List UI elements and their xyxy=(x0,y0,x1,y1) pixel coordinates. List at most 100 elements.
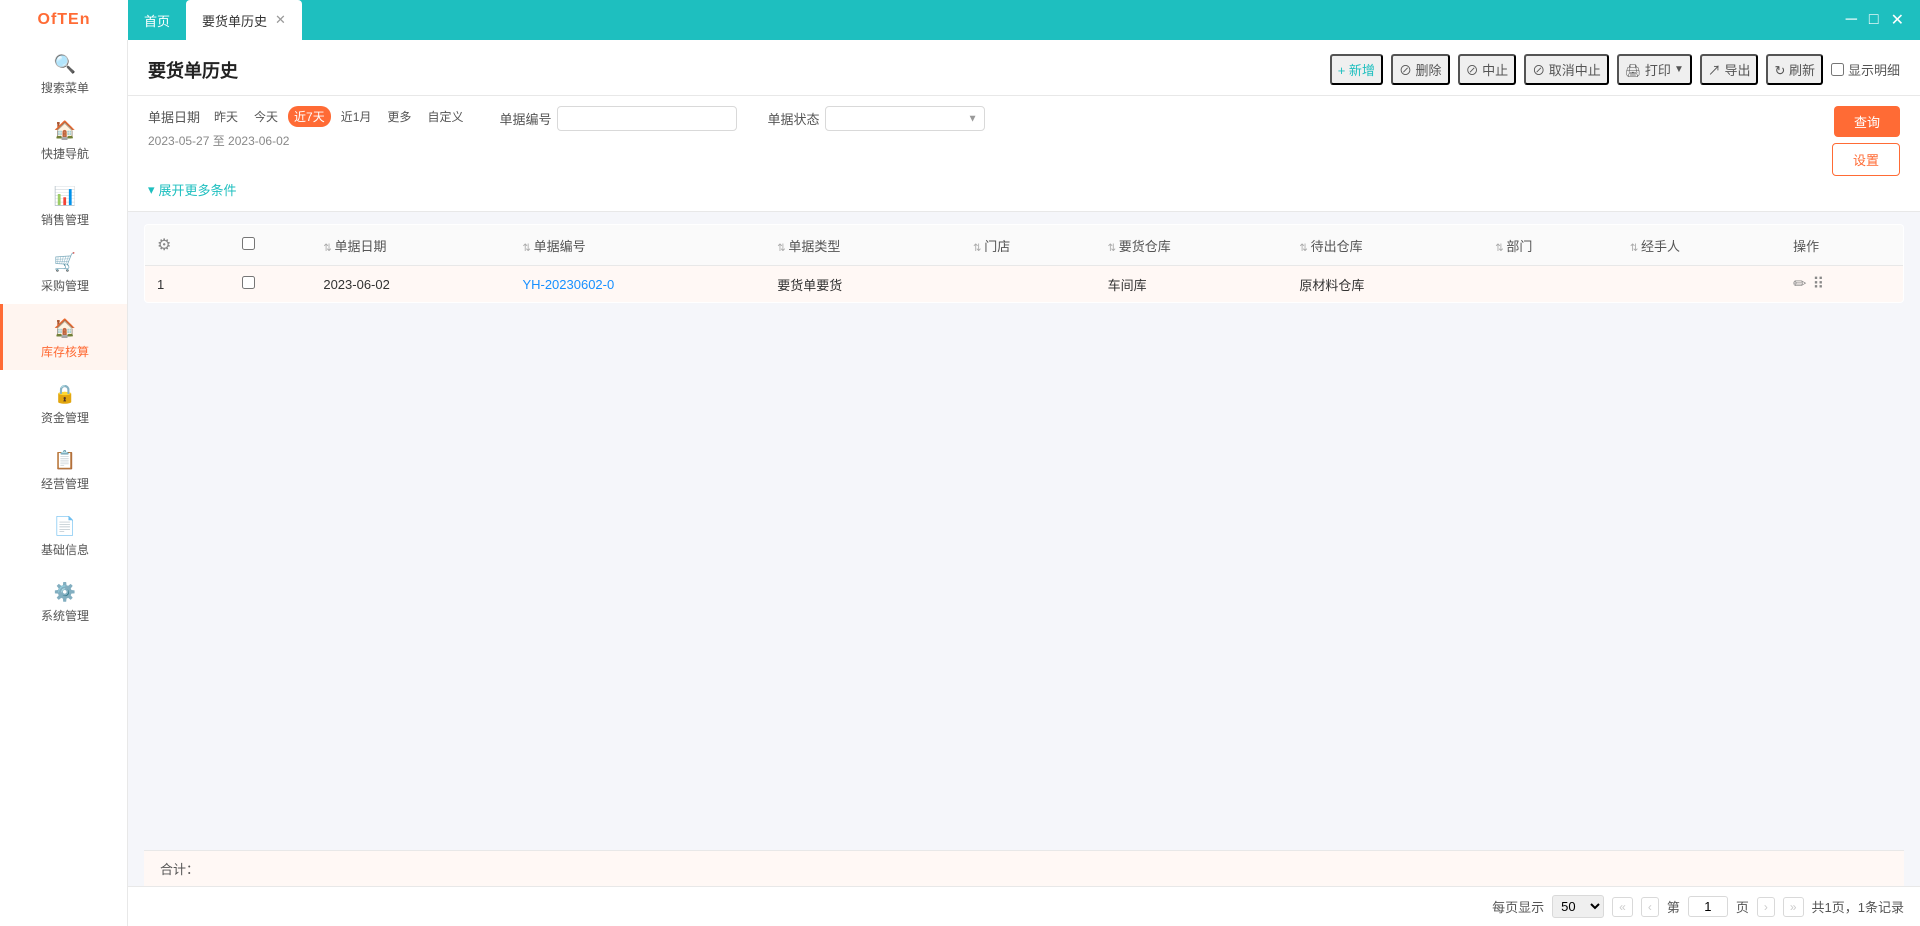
minimize-icon[interactable]: ─ xyxy=(1846,11,1857,29)
row-dept xyxy=(1483,266,1618,303)
col-req-warehouse-header[interactable]: 要货仓库 xyxy=(1096,225,1288,266)
delete-button[interactable]: ⊘ 删除 xyxy=(1391,54,1450,85)
date-range-display: 2023-05-27 至 2023-06-02 xyxy=(148,132,469,149)
sales-mgmt-icon: 📊 xyxy=(54,186,76,207)
print-button[interactable]: 🖨 打印 ▼ xyxy=(1617,54,1692,85)
main-layout: 🔍 搜索菜单 🏠 快捷导航 📊 销售管理 🛒 采购管理 🏠 库存核算 🔒 资金管… xyxy=(0,40,1920,926)
query-button[interactable]: 查询 xyxy=(1834,106,1900,137)
sidebar-item-ops-mgmt[interactable]: 📋 经营管理 xyxy=(0,436,127,502)
display-detail-toggle[interactable]: 显示明细 xyxy=(1831,60,1900,79)
tab-requisition-history[interactable]: 要货单历史 ✕ xyxy=(186,0,302,40)
row-pending-warehouse: 原材料仓库 xyxy=(1287,266,1483,303)
select-all-checkbox[interactable] xyxy=(242,237,255,250)
doc-number-input[interactable] xyxy=(557,106,737,131)
next-page-button[interactable]: › xyxy=(1757,897,1775,917)
col-handler-header[interactable]: 经手人 xyxy=(1618,225,1781,266)
display-detail-checkbox[interactable] xyxy=(1831,63,1844,76)
expand-chevron-icon: ▾ xyxy=(148,182,155,198)
col-checkbox-header[interactable] xyxy=(230,225,311,266)
shortcut-1month[interactable]: 近1月 xyxy=(335,106,378,127)
last-page-button[interactable]: » xyxy=(1783,897,1804,917)
page-title-row: 要货单历史 + 新增 ⊘ 删除 ⊘ 中止 ⊘ 取消中止 🖨 打印 ▼ ↗ 导出 … xyxy=(148,54,1900,85)
col-store-header[interactable]: 门店 xyxy=(961,225,1096,266)
row-handler xyxy=(1618,266,1781,303)
first-page-button[interactable]: « xyxy=(1612,897,1633,917)
row-doc-number[interactable]: YH-20230602-0 xyxy=(510,266,765,303)
filter-doc-number: 单据编号 xyxy=(499,106,737,131)
page-suffix: 页 xyxy=(1736,897,1749,916)
gear-icon-header[interactable]: ⚙ xyxy=(157,237,171,254)
maximize-icon[interactable]: □ xyxy=(1869,11,1879,29)
row-checkbox[interactable] xyxy=(230,266,311,303)
expand-more-btn[interactable]: ▾ 展开更多条件 xyxy=(148,176,1900,203)
doc-status-label: 单据状态 xyxy=(767,109,819,128)
cancel-stop-button[interactable]: ⊘ 取消中止 xyxy=(1524,54,1609,85)
col-doc-number-header[interactable]: 单据编号 xyxy=(510,225,765,266)
row-edit-icon[interactable]: ✏ xyxy=(1793,274,1806,294)
page-header: 要货单历史 + 新增 ⊘ 删除 ⊘ 中止 ⊘ 取消中止 🖨 打印 ▼ ↗ 导出 … xyxy=(128,40,1920,96)
window-close-icon[interactable]: ✕ xyxy=(1891,10,1904,30)
page-size-select[interactable]: 20 50 100 200 xyxy=(1552,895,1604,918)
sidebar-item-system-mgmt[interactable]: ⚙️ 系统管理 xyxy=(0,568,127,634)
sidebar: 🔍 搜索菜单 🏠 快捷导航 📊 销售管理 🛒 采购管理 🏠 库存核算 🔒 资金管… xyxy=(0,40,128,926)
sidebar-item-finance-mgmt[interactable]: 🔒 资金管理 xyxy=(0,370,127,436)
row-store xyxy=(961,266,1096,303)
col-pending-warehouse-header[interactable]: 待出仓库 xyxy=(1287,225,1483,266)
tab-home-label: 首页 xyxy=(144,11,170,30)
display-detail-label: 显示明细 xyxy=(1848,60,1900,79)
col-doc-date-header[interactable]: 单据日期 xyxy=(311,225,510,266)
table-body: 1 2023-06-02 YH-20230602-0 要货单要货 车间库 原材料… xyxy=(145,266,1904,303)
date-shortcuts: 昨天 今天 近7天 近1月 更多 自定义 xyxy=(208,106,469,127)
row-index: 1 xyxy=(145,266,230,303)
page-size-label: 每页显示 xyxy=(1492,897,1544,916)
doc-number-link[interactable]: YH-20230602-0 xyxy=(522,277,614,292)
system-mgmt-icon: ⚙️ xyxy=(54,582,76,603)
pagination-bar: 每页显示 20 50 100 200 « ‹ 第 页 › » 共1页，1条记录 xyxy=(128,886,1920,926)
shortcut-today[interactable]: 今天 xyxy=(248,106,284,127)
page-title: 要货单历史 xyxy=(148,57,238,83)
sidebar-item-sales-mgmt[interactable]: 📊 销售管理 xyxy=(0,172,127,238)
table-row: 1 2023-06-02 YH-20230602-0 要货单要货 车间库 原材料… xyxy=(145,266,1904,303)
col-doc-type-header[interactable]: 单据类型 xyxy=(765,225,961,266)
shortcut-more[interactable]: 更多 xyxy=(381,106,417,127)
refresh-button[interactable]: ↻ 刷新 xyxy=(1766,54,1823,85)
table-area: ⚙ 单据日期 单据编号 单据类型 门店 要货仓库 待出仓库 部门 经手人 操 xyxy=(128,212,1920,850)
sidebar-item-purchase-mgmt-label: 采购管理 xyxy=(41,277,89,294)
doc-status-select[interactable] xyxy=(825,106,985,131)
doc-number-label: 单据编号 xyxy=(499,109,551,128)
prev-page-button[interactable]: ‹ xyxy=(1641,897,1659,917)
settings-button[interactable]: 设置 xyxy=(1832,143,1900,176)
print-label: 🖨 打印 xyxy=(1625,60,1671,79)
tab-close-icon[interactable]: ✕ xyxy=(275,12,286,28)
shortcut-7days[interactable]: 近7天 xyxy=(288,106,331,127)
new-button[interactable]: + 新增 xyxy=(1330,54,1383,85)
tab-home[interactable]: 首页 xyxy=(128,0,186,40)
row-ops: ✏ ⠿ xyxy=(1781,266,1903,303)
row-more-icon[interactable]: ⠿ xyxy=(1812,274,1824,294)
shortcut-custom[interactable]: 自定义 xyxy=(421,106,469,127)
col-dept-header[interactable]: 部门 xyxy=(1483,225,1618,266)
row-select-checkbox[interactable] xyxy=(242,276,255,289)
shortcut-yesterday[interactable]: 昨天 xyxy=(208,106,244,127)
sidebar-item-sales-mgmt-label: 销售管理 xyxy=(41,211,89,228)
sidebar-item-basic-info-label: 基础信息 xyxy=(41,541,89,558)
sidebar-item-basic-info[interactable]: 📄 基础信息 xyxy=(0,502,127,568)
sidebar-item-inventory-label: 库存核算 xyxy=(41,343,89,360)
sidebar-item-quick-nav[interactable]: 🏠 快捷导航 xyxy=(0,106,127,172)
total-records-label: 共1页，1条记录 xyxy=(1812,897,1904,916)
export-button[interactable]: ↗ 导出 xyxy=(1700,54,1759,85)
filter-doc-status: 单据状态 xyxy=(767,106,985,131)
sidebar-item-search-menu[interactable]: 🔍 搜索菜单 xyxy=(0,40,127,106)
sidebar-item-purchase-mgmt[interactable]: 🛒 采购管理 xyxy=(0,238,127,304)
doc-status-select-wrapper xyxy=(825,106,985,131)
row-doc-date: 2023-06-02 xyxy=(311,266,510,303)
page-number-input[interactable] xyxy=(1688,896,1728,917)
filter-left: 单据日期 昨天 今天 近7天 近1月 更多 自定义 2023-05-27 至 2… xyxy=(148,106,1832,149)
sidebar-item-quick-nav-label: 快捷导航 xyxy=(41,145,89,162)
top-bar-right: ─ □ ✕ xyxy=(1846,10,1920,30)
page-label: 第 xyxy=(1667,897,1680,916)
col-settings-header[interactable]: ⚙ xyxy=(145,225,230,266)
sidebar-item-search-menu-label: 搜索菜单 xyxy=(41,79,89,96)
sidebar-item-inventory[interactable]: 🏠 库存核算 xyxy=(0,304,127,370)
stop-button[interactable]: ⊘ 中止 xyxy=(1458,54,1517,85)
